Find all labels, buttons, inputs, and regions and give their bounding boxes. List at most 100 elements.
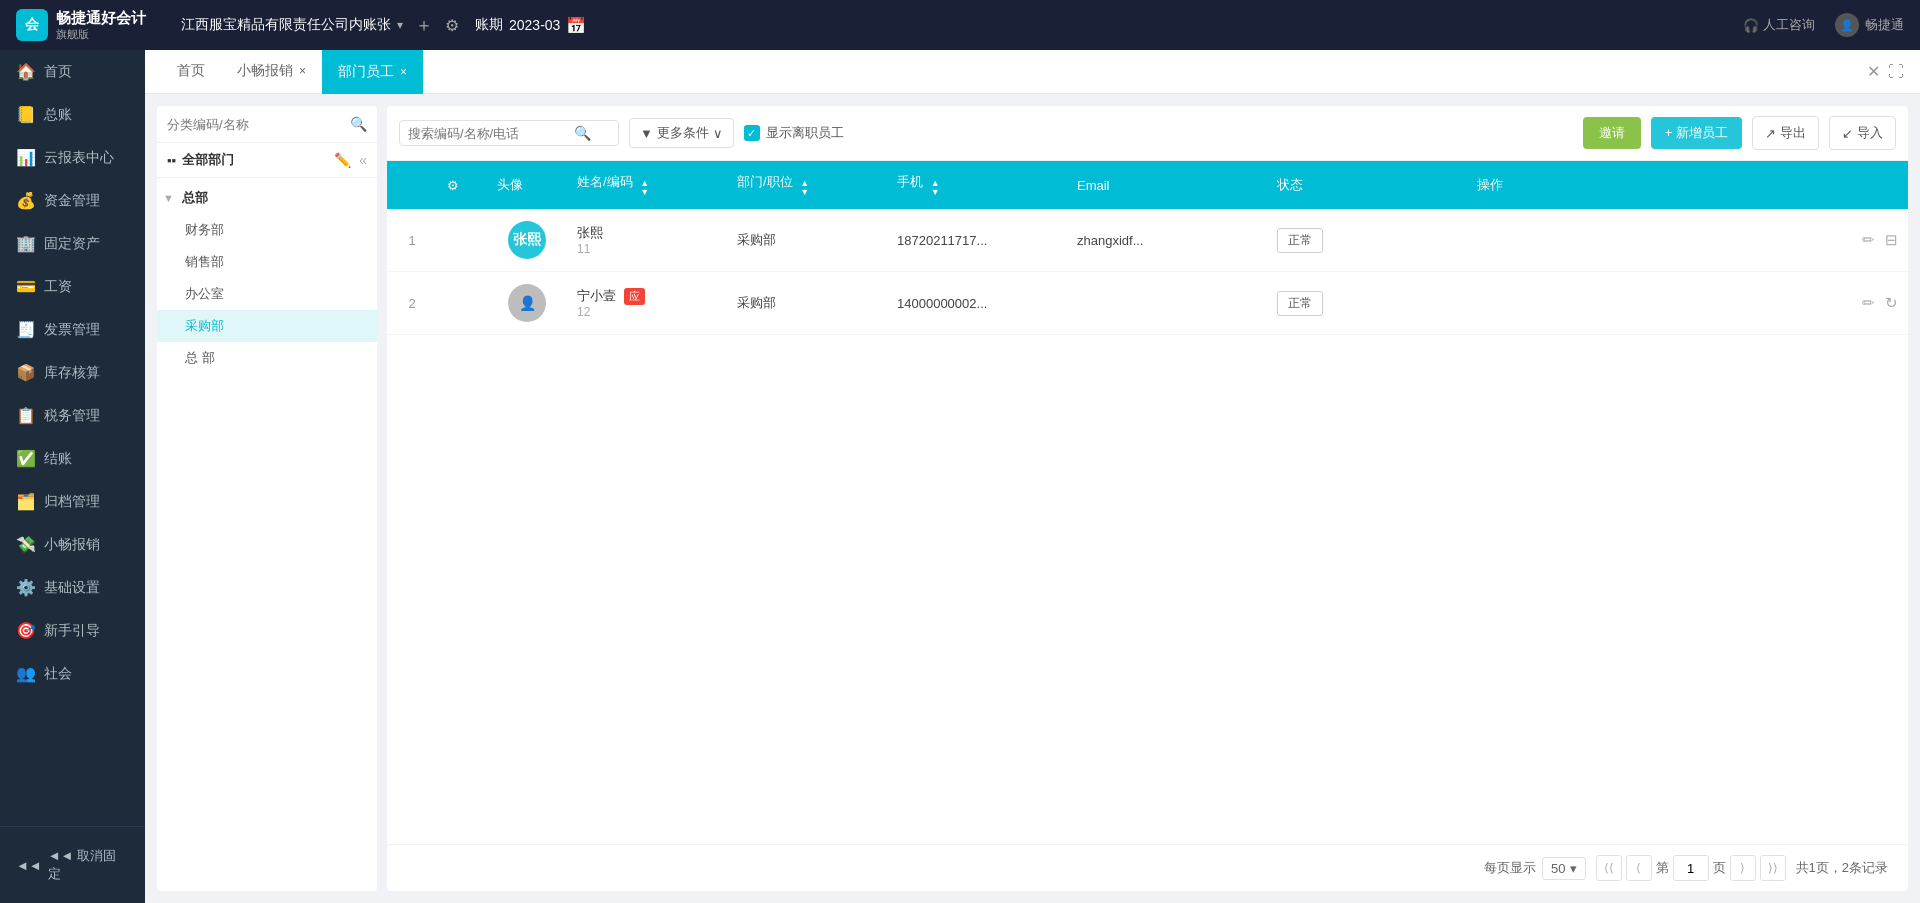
row-email: zhangxidf... xyxy=(1067,209,1267,272)
edit-icon[interactable]: ✏ xyxy=(1862,294,1875,312)
unpin-label: ◄◄ 取消固定 xyxy=(48,847,129,883)
all-dept-label[interactable]: ▪▪ 全部部门 xyxy=(167,151,234,169)
show-inactive-toggle[interactable]: ✓ 显示离职员工 xyxy=(744,124,844,142)
dept-collapse-icon[interactable]: « xyxy=(359,152,367,168)
dept-item-office[interactable]: 办公室 xyxy=(157,278,377,310)
tab-expense[interactable]: 小畅报销 × xyxy=(221,50,322,94)
top-header: 会 畅捷通好会计 旗舰版 江西服宝精品有限责任公司内账张 ▾ ＋ ⚙ 账期 20… xyxy=(0,0,1920,50)
dept-edit-icon[interactable]: ✏️ xyxy=(334,152,351,168)
col-settings[interactable]: ⚙ xyxy=(437,161,487,209)
close-tab-btn[interactable]: ✕ xyxy=(1867,62,1880,81)
row-index: 2 xyxy=(387,272,437,335)
page-number-input[interactable] xyxy=(1673,855,1709,881)
emp-search-input[interactable] xyxy=(408,126,568,141)
sidebar-item-reports[interactable]: 📊 云报表中心 xyxy=(0,136,145,179)
page-size-box[interactable]: 50 ▾ xyxy=(1542,857,1585,880)
row-email xyxy=(1067,272,1267,335)
page-nav: ⟨⟨ ⟨ 第 页 ⟩ ⟩⟩ xyxy=(1596,855,1786,881)
calendar-icon[interactable]: 📅 xyxy=(566,16,586,35)
dept-item-hq[interactable]: ▼ 总部 xyxy=(157,182,377,214)
sidebar-item-archive[interactable]: 🗂️ 归档管理 xyxy=(0,480,145,523)
sidebar-label: 结账 xyxy=(44,450,72,468)
app-name: 畅捷通好会计 xyxy=(56,9,146,27)
sidebar-item-general-ledger[interactable]: 📒 总账 xyxy=(0,93,145,136)
sidebar-item-settings[interactable]: ⚙️ 基础设置 xyxy=(0,566,145,609)
sidebar-item-tax[interactable]: 📋 税务管理 xyxy=(0,394,145,437)
sidebar-label: 首页 xyxy=(44,63,72,81)
sidebar-label: 社会 xyxy=(44,665,72,683)
col-dept[interactable]: 部门/职位 ▲▼ xyxy=(727,161,887,209)
sidebar-item-guide[interactable]: 🎯 新手引导 xyxy=(0,609,145,652)
tax-icon: 📋 xyxy=(16,406,34,425)
tab-dept-close[interactable]: × xyxy=(400,65,407,79)
sidebar-item-home[interactable]: 🏠 首页 xyxy=(0,50,145,93)
expand-tab-btn[interactable]: ⛶ xyxy=(1888,62,1904,81)
support-btn[interactable]: 🎧 人工咨询 xyxy=(1743,16,1815,34)
add-company-icon[interactable]: ＋ xyxy=(415,13,433,37)
sidebar-item-fixed-assets[interactable]: 🏢 固定资产 xyxy=(0,222,145,265)
import-button[interactable]: ↙ 导入 xyxy=(1829,116,1896,150)
next-page-btn[interactable]: ⟩ xyxy=(1730,855,1756,881)
row-avatar: 👤 xyxy=(487,272,567,335)
row-dept: 采购部 xyxy=(727,272,887,335)
sort-phone-icon: ▲▼ xyxy=(931,179,940,197)
tab-home[interactable]: 首页 xyxy=(161,50,221,94)
sidebar-item-funds[interactable]: 💰 资金管理 xyxy=(0,179,145,222)
tab-action-btns: ✕ ⛶ xyxy=(1867,62,1904,81)
dept-item-purchase[interactable]: 采购部 xyxy=(157,310,377,342)
export-icon: ↗ xyxy=(1765,126,1776,141)
page-di-label: 第 xyxy=(1656,859,1669,877)
company-dropdown-icon[interactable]: ▾ xyxy=(397,18,403,32)
edit-icon[interactable]: ✏ xyxy=(1862,231,1875,249)
emp-footer: 每页显示 50 ▾ ⟨⟨ ⟨ 第 页 ⟩ ⟩⟩ xyxy=(387,844,1908,891)
col-action: 操作 xyxy=(1467,161,1908,209)
pending-badge: 应 xyxy=(624,288,645,305)
dept-item-sales[interactable]: 销售部 xyxy=(157,246,377,278)
row-name: 张熙 11 xyxy=(567,209,727,272)
main-layout: 🏠 首页 📒 总账 📊 云报表中心 💰 资金管理 🏢 固定资产 💳 工资 🧾 发… xyxy=(0,50,1920,903)
avatar: 张熙 xyxy=(508,221,546,259)
import-icon: ↙ xyxy=(1842,126,1853,141)
tab-dept-employee[interactable]: 部门员工 × xyxy=(322,50,423,94)
sidebar-label: 归档管理 xyxy=(44,493,100,511)
dept-search-input[interactable] xyxy=(167,117,344,132)
sidebar-item-more[interactable]: 👥 社会 xyxy=(0,652,145,695)
inventory-icon: 📦 xyxy=(16,363,34,382)
dept-item-finance[interactable]: 财务部 xyxy=(157,214,377,246)
logo-icon: 会 xyxy=(16,9,48,41)
logout-icon[interactable]: ⊟ xyxy=(1885,231,1898,249)
filter-icon: ▼ xyxy=(640,126,653,141)
settlement-icon: ✅ xyxy=(16,449,34,468)
last-page-btn[interactable]: ⟩⟩ xyxy=(1760,855,1786,881)
sidebar-item-expense[interactable]: 💸 小畅报销 xyxy=(0,523,145,566)
sidebar-label: 云报表中心 xyxy=(44,149,114,167)
col-phone[interactable]: 手机 ▲▼ xyxy=(887,161,1067,209)
page-content: 🔍 ▪▪ 全部部门 ✏️ « ▼ 总部 xyxy=(145,94,1920,903)
user-menu[interactable]: 👤 畅捷通 xyxy=(1835,13,1904,37)
row-actions: ✏ ↻ xyxy=(1467,272,1908,335)
dept-header-icons: ✏️ « xyxy=(334,152,367,168)
prev-page-btn[interactable]: ⟨ xyxy=(1626,855,1652,881)
show-inactive-label: 显示离职员工 xyxy=(766,124,844,142)
unpin-icon: ◄◄ xyxy=(16,858,42,873)
company-name: 江西服宝精品有限责任公司内账张 xyxy=(181,16,391,34)
row-dept: 采购部 xyxy=(727,209,887,272)
more-filter-btn[interactable]: ▼ 更多条件 ∨ xyxy=(629,118,734,148)
sidebar-item-inventory[interactable]: 📦 库存核算 xyxy=(0,351,145,394)
sidebar-item-invoices[interactable]: 🧾 发票管理 xyxy=(0,308,145,351)
col-name[interactable]: 姓名/编码 ▲▼ xyxy=(567,161,727,209)
row-avatar: 张熙 xyxy=(487,209,567,272)
dept-item-general[interactable]: 总 部 xyxy=(157,342,377,374)
col-status: 状态 xyxy=(1267,161,1467,209)
settings-icon: ⚙️ xyxy=(16,578,34,597)
sidebar-item-settlement[interactable]: ✅ 结账 xyxy=(0,437,145,480)
settings-gear-icon[interactable]: ⚙ xyxy=(445,16,459,35)
add-employee-button[interactable]: + 新增员工 xyxy=(1651,117,1742,149)
tab-expense-close[interactable]: × xyxy=(299,64,306,78)
first-page-btn[interactable]: ⟨⟨ xyxy=(1596,855,1622,881)
unpin-button[interactable]: ◄◄ ◄◄ 取消固定 xyxy=(0,837,145,893)
invite-button[interactable]: 邀请 xyxy=(1583,117,1641,149)
export-button[interactable]: ↗ 导出 xyxy=(1752,116,1819,150)
refresh-icon[interactable]: ↻ xyxy=(1885,294,1898,312)
sidebar-item-payroll[interactable]: 💳 工资 xyxy=(0,265,145,308)
